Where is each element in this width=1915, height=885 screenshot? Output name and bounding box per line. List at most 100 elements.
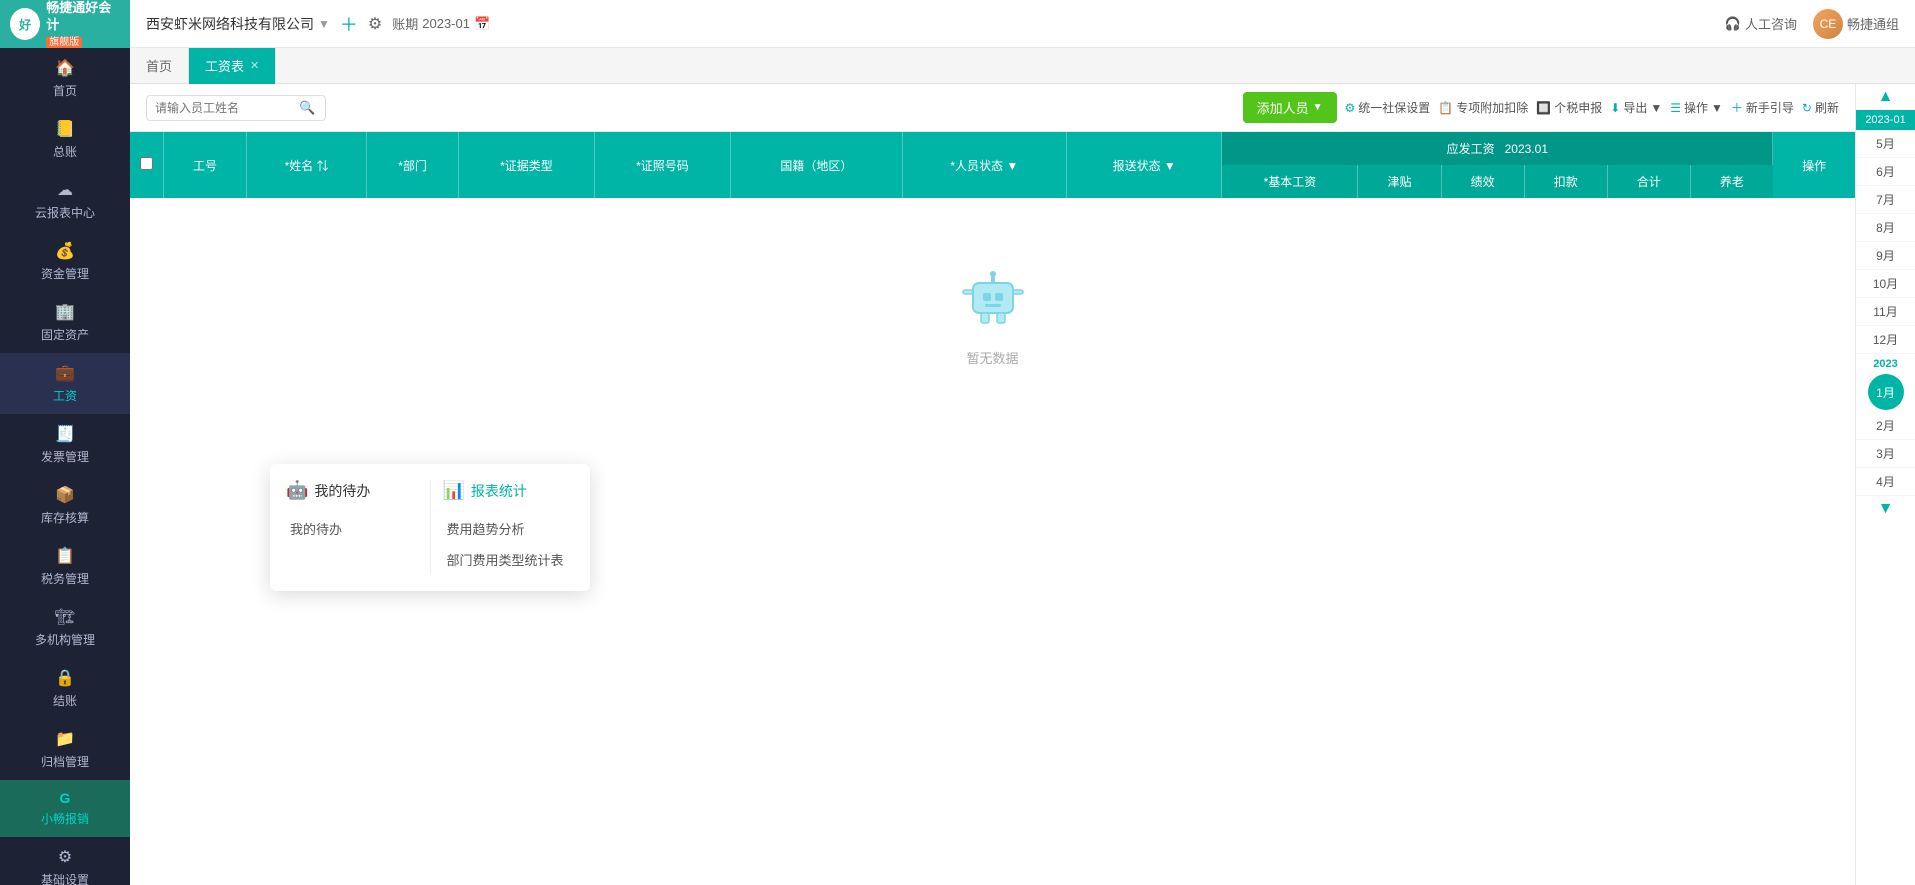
refresh-button[interactable]: ↻ 刷新	[1802, 99, 1839, 116]
sidebar-item-invoice[interactable]: 🧾发票管理	[0, 414, 130, 475]
month-2[interactable]: 2月	[1856, 412, 1915, 440]
sidebar-item-closing[interactable]: 🔒结账	[0, 658, 130, 719]
popup-item-mywork[interactable]: 我的待办	[286, 513, 418, 544]
popup-item-cost-trend[interactable]: 费用趋势分析	[443, 513, 575, 544]
operation-button[interactable]: ☰ 操作 ▼	[1670, 99, 1723, 116]
special-deduction-button[interactable]: 📋 专项附加扣除	[1438, 99, 1528, 116]
salary-icon: 💼	[55, 363, 75, 383]
export-arrow: ▼	[1650, 101, 1662, 115]
sidebar-item-funds[interactable]: 💰资金管理	[0, 231, 130, 292]
sidebar-item-xiaochang[interactable]: G小畅报销	[0, 780, 130, 837]
month-11[interactable]: 11月	[1856, 298, 1915, 326]
tax-icon: 📋	[55, 546, 75, 566]
dropdown-popup: 🤖 我的待办 我的待办 📊 报表统计 费用趋势分析	[270, 464, 590, 591]
period-value: 2023-01	[422, 16, 470, 31]
month-1-active[interactable]: 1月	[1868, 374, 1904, 410]
popup-col2-title: 报表统计	[471, 481, 527, 501]
ledger-icon: 📒	[55, 119, 75, 139]
th-num: 工号	[164, 132, 247, 198]
export-button[interactable]: ⬇ 导出 ▼	[1610, 99, 1662, 116]
tab-home[interactable]: 首页	[130, 48, 189, 84]
personal-tax-button[interactable]: 🔲 个税申报	[1536, 99, 1602, 116]
user-menu[interactable]: CE 畅捷通组	[1813, 9, 1899, 39]
th-status: *人员状态 ▼	[902, 132, 1066, 198]
sidebar-item-home[interactable]: 🏠首页	[0, 48, 130, 109]
month-year-label[interactable]: 2023-01	[1856, 110, 1915, 130]
inventory-icon: 📦	[55, 485, 75, 505]
headset-icon: 🎧	[1725, 16, 1741, 32]
month-3[interactable]: 3月	[1856, 440, 1915, 468]
settings-button[interactable]: ⚙	[368, 14, 382, 34]
month-nav-up[interactable]: ▲	[1856, 84, 1915, 110]
sidebar-item-reports[interactable]: ☁云报表中心	[0, 170, 130, 231]
sidebar-item-tax[interactable]: 📋税务管理	[0, 536, 130, 597]
sidebar-item-basic[interactable]: ⚙基础设置	[0, 837, 130, 885]
month-sidebar: ▲ 2023-01 5月 6月 7月 8月 9月 10月 11月 12月 202…	[1855, 84, 1915, 885]
table-header-row: 工号 *姓名 ⇅ *部门 *证据类型 *证照号码 国籍（地区） *人员状态 ▼ …	[130, 132, 1855, 165]
basic-icon: ⚙	[58, 847, 72, 867]
mywork-icon: 🤖	[286, 480, 308, 501]
sidebar-item-ledger[interactable]: 📒总账	[0, 109, 130, 170]
sidebar-label-assets: 固定资产	[41, 326, 89, 343]
tab-salary-label: 工资表	[205, 56, 244, 75]
social-security-icon: ⚙	[1345, 101, 1356, 115]
month-10[interactable]: 10月	[1856, 270, 1915, 298]
user-name: 畅捷通组	[1847, 14, 1899, 33]
app-logo[interactable]: 好 畅捷通好会计 旗舰版	[0, 0, 130, 48]
month-4[interactable]: 4月	[1856, 468, 1915, 496]
month-9[interactable]: 9月	[1856, 242, 1915, 270]
support-button[interactable]: 🎧 人工咨询	[1725, 14, 1797, 33]
sidebar-item-multi[interactable]: 🏗多机构管理	[0, 597, 130, 658]
topbar: 西安虾米网络科技有限公司 ▼ ＋ ⚙ 账期 2023-01 📅 🎧 人工咨询 C…	[130, 0, 1915, 48]
th-dept: *部门	[367, 132, 459, 198]
popup-item-dept-cost[interactable]: 部门费用类型统计表	[443, 544, 575, 575]
add-company-button[interactable]: ＋	[340, 11, 358, 37]
tab-salary[interactable]: 工资表 ✕	[189, 48, 276, 84]
add-person-label: 添加人员	[1257, 98, 1309, 117]
th-id-num: *证照号码	[594, 132, 730, 198]
calendar-icon[interactable]: 📅	[474, 16, 490, 32]
personal-tax-label: 个税申报	[1554, 99, 1602, 116]
social-security-button[interactable]: ⚙ 统一社保设置	[1345, 99, 1431, 116]
month-nav-down[interactable]: ▼	[1856, 496, 1915, 522]
month-12[interactable]: 12月	[1856, 326, 1915, 354]
funds-icon: 💰	[55, 241, 75, 261]
company-dropdown-arrow: ▼	[318, 17, 330, 31]
company-selector[interactable]: 西安虾米网络科技有限公司 ▼	[146, 14, 330, 34]
month-8[interactable]: 8月	[1856, 214, 1915, 242]
tab-salary-close[interactable]: ✕	[250, 59, 259, 72]
th-name: *姓名 ⇅	[247, 132, 367, 198]
month-7[interactable]: 7月	[1856, 186, 1915, 214]
search-input[interactable]	[155, 101, 295, 115]
sidebar-label-inventory: 库存核算	[41, 509, 89, 526]
period-label: 账期	[392, 14, 418, 33]
month-5[interactable]: 5月	[1856, 130, 1915, 158]
sidebar-item-archive[interactable]: 📁归档管理	[0, 719, 130, 780]
search-icon[interactable]: 🔍	[299, 100, 315, 116]
popup-item-cost-trend-label: 费用趋势分析	[447, 522, 525, 537]
xiaochang-icon: G	[60, 790, 71, 806]
support-label: 人工咨询	[1745, 14, 1797, 33]
export-icon: ⬇	[1610, 101, 1620, 115]
th-allowance: 津贴	[1358, 165, 1441, 198]
operation-arrow: ▼	[1711, 101, 1723, 115]
tab-home-label: 首页	[146, 56, 172, 75]
sidebar-label-reports: 云报表中心	[35, 204, 95, 221]
popup-col1-header: 🤖 我的待办	[286, 480, 418, 501]
sidebar-item-salary[interactable]: 💼工资	[0, 353, 130, 414]
guide-button[interactable]: ＋ 新手引导	[1731, 99, 1794, 116]
sidebar: 好 畅捷通好会计 旗舰版 🏠首页 📒总账 ☁云报表中心 💰资金管理 🏢固定资产 …	[0, 0, 130, 885]
add-person-button[interactable]: 添加人员 ▼	[1243, 92, 1337, 123]
th-checkbox	[130, 132, 164, 198]
logo-text: 畅捷通好会计	[46, 0, 120, 33]
company-name: 西安虾米网络科技有限公司	[146, 14, 314, 34]
content-area: 🔍 添加人员 ▼ ⚙ 统一社保设置 📋 专项附加扣除	[130, 84, 1915, 885]
select-all-checkbox[interactable]	[140, 157, 153, 170]
topbar-right: 🎧 人工咨询 CE 畅捷通组	[1725, 9, 1899, 39]
main-area: 西安虾米网络科技有限公司 ▼ ＋ ⚙ 账期 2023-01 📅 🎧 人工咨询 C…	[130, 0, 1915, 885]
guide-label: 新手引导	[1746, 99, 1794, 116]
sidebar-item-assets[interactable]: 🏢固定资产	[0, 292, 130, 353]
sidebar-item-inventory[interactable]: 📦 库存核算	[0, 475, 130, 536]
month-6[interactable]: 6月	[1856, 158, 1915, 186]
th-salary-group: 应发工资 2023.01	[1222, 132, 1773, 165]
